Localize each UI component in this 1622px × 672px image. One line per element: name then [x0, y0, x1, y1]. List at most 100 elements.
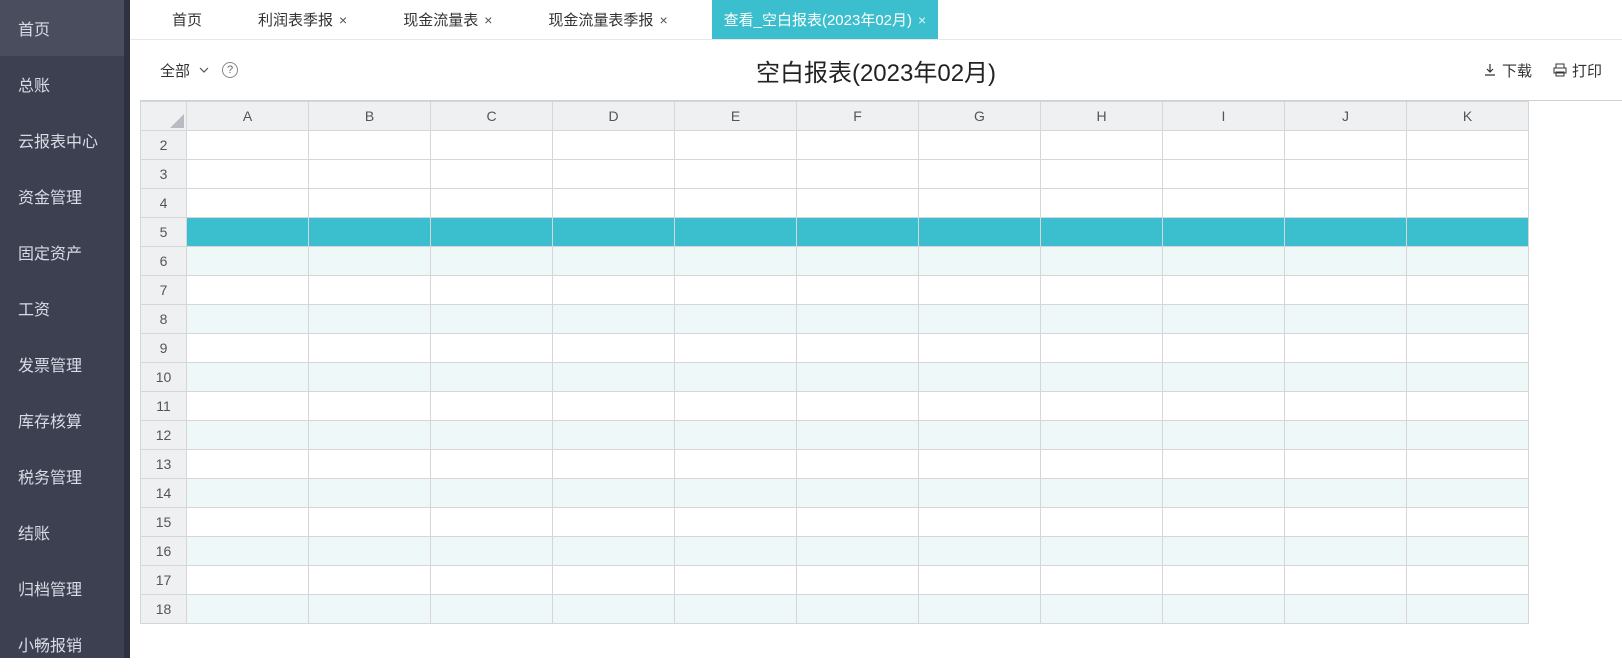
row-header[interactable]: 15: [141, 508, 187, 537]
cell[interactable]: [309, 508, 431, 537]
cell[interactable]: [1163, 276, 1285, 305]
cell[interactable]: [675, 334, 797, 363]
sidebar-item-expense[interactable]: 小畅报销: [0, 616, 130, 672]
cell[interactable]: [675, 305, 797, 334]
cell[interactable]: [187, 595, 309, 624]
cell[interactable]: [431, 276, 553, 305]
cell[interactable]: [1285, 508, 1407, 537]
cell[interactable]: [1041, 189, 1163, 218]
cell[interactable]: [675, 479, 797, 508]
cell[interactable]: [1407, 450, 1529, 479]
row-header[interactable]: 4: [141, 189, 187, 218]
cell[interactable]: [919, 421, 1041, 450]
cell[interactable]: [1407, 392, 1529, 421]
row-header[interactable]: 8: [141, 305, 187, 334]
cell[interactable]: [1285, 160, 1407, 189]
row-header[interactable]: 13: [141, 450, 187, 479]
cell[interactable]: [1163, 392, 1285, 421]
cell[interactable]: [187, 421, 309, 450]
cell[interactable]: [309, 595, 431, 624]
cell[interactable]: [553, 131, 675, 160]
help-icon[interactable]: ?: [222, 62, 238, 78]
cell[interactable]: [1285, 392, 1407, 421]
cell[interactable]: [797, 160, 919, 189]
select-all-corner[interactable]: [141, 102, 187, 131]
sidebar-item-home[interactable]: 首页: [0, 0, 130, 56]
cell[interactable]: [309, 131, 431, 160]
cell[interactable]: [919, 131, 1041, 160]
cell[interactable]: [187, 334, 309, 363]
column-header[interactable]: G: [919, 102, 1041, 131]
cell[interactable]: [797, 479, 919, 508]
cell[interactable]: [553, 537, 675, 566]
cell[interactable]: [553, 189, 675, 218]
cell[interactable]: [797, 218, 919, 247]
row-header[interactable]: 12: [141, 421, 187, 450]
cell[interactable]: [187, 537, 309, 566]
column-header[interactable]: H: [1041, 102, 1163, 131]
cell[interactable]: [553, 247, 675, 276]
cell[interactable]: [553, 508, 675, 537]
cell[interactable]: [675, 421, 797, 450]
row-header[interactable]: 10: [141, 363, 187, 392]
cell[interactable]: [675, 392, 797, 421]
column-header[interactable]: J: [1285, 102, 1407, 131]
cell[interactable]: [675, 537, 797, 566]
cell[interactable]: [309, 450, 431, 479]
sidebar-item-fixed-assets[interactable]: 固定资产: [0, 224, 130, 280]
cell[interactable]: [431, 247, 553, 276]
cell[interactable]: [675, 247, 797, 276]
cell[interactable]: [1041, 537, 1163, 566]
row-header[interactable]: 9: [141, 334, 187, 363]
cell[interactable]: [797, 189, 919, 218]
cell[interactable]: [187, 218, 309, 247]
tab-cashflow[interactable]: 现金流量表 ×: [391, 0, 504, 39]
cell[interactable]: [797, 566, 919, 595]
cell[interactable]: [1163, 595, 1285, 624]
cell[interactable]: [1163, 131, 1285, 160]
cell[interactable]: [431, 479, 553, 508]
cell[interactable]: [1163, 566, 1285, 595]
cell[interactable]: [919, 450, 1041, 479]
cell[interactable]: [675, 131, 797, 160]
cell[interactable]: [1407, 479, 1529, 508]
cell[interactable]: [553, 450, 675, 479]
cell[interactable]: [1041, 450, 1163, 479]
cell[interactable]: [309, 566, 431, 595]
cell[interactable]: [1041, 247, 1163, 276]
row-header[interactable]: 3: [141, 160, 187, 189]
cell[interactable]: [187, 566, 309, 595]
cell[interactable]: [1285, 450, 1407, 479]
cell[interactable]: [187, 450, 309, 479]
cell[interactable]: [309, 160, 431, 189]
cell[interactable]: [797, 508, 919, 537]
cell[interactable]: [309, 421, 431, 450]
cell[interactable]: [431, 363, 553, 392]
cell[interactable]: [675, 508, 797, 537]
cell[interactable]: [431, 537, 553, 566]
cell[interactable]: [797, 276, 919, 305]
cell[interactable]: [553, 421, 675, 450]
close-icon[interactable]: ×: [659, 13, 667, 27]
cell[interactable]: [1163, 508, 1285, 537]
tab-profit-quarterly[interactable]: 利润表季报 ×: [246, 0, 359, 39]
cell[interactable]: [1163, 218, 1285, 247]
spreadsheet[interactable]: ABCDEFGHIJK 23456789101112131415161718: [140, 100, 1622, 658]
cell[interactable]: [1285, 218, 1407, 247]
cell[interactable]: [1407, 566, 1529, 595]
tab-home[interactable]: 首页: [160, 0, 214, 39]
cell[interactable]: [1407, 247, 1529, 276]
cell[interactable]: [1407, 363, 1529, 392]
cell[interactable]: [1041, 392, 1163, 421]
cell[interactable]: [1041, 421, 1163, 450]
cell[interactable]: [431, 131, 553, 160]
sidebar-item-archive[interactable]: 归档管理: [0, 560, 130, 616]
cell[interactable]: [797, 450, 919, 479]
cell[interactable]: [797, 334, 919, 363]
cell[interactable]: [1041, 334, 1163, 363]
cell[interactable]: [431, 392, 553, 421]
column-header[interactable]: E: [675, 102, 797, 131]
cell[interactable]: [797, 595, 919, 624]
cell[interactable]: [675, 595, 797, 624]
sidebar-item-salary[interactable]: 工资: [0, 280, 130, 336]
